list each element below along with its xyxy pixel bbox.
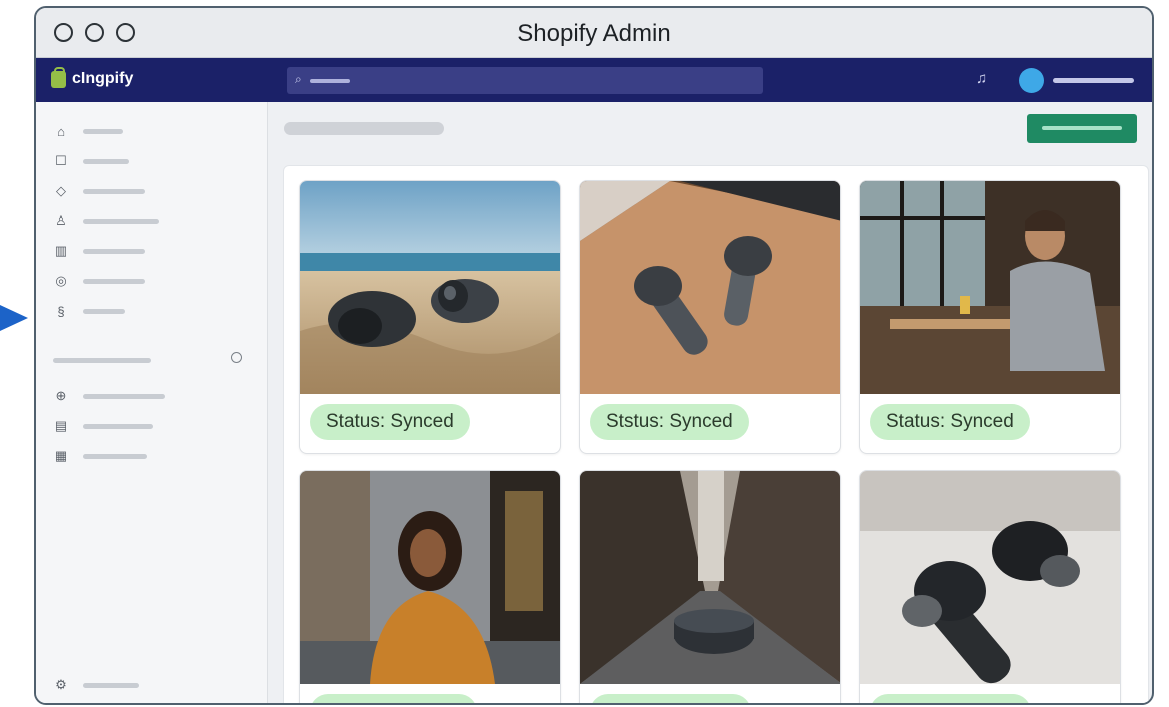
- sidebar: ⌂ ☐ ◇ ♙ ▥ ◎ § ⊕ ▤ ▦ ⚙: [36, 102, 268, 703]
- status-badge: Abt:oun:Sunced: [310, 694, 478, 703]
- sidebar-item-discounts[interactable]: §: [53, 300, 125, 322]
- status-badge: Ststus: Synced: [590, 404, 749, 440]
- product-card[interactable]: Statuu: Synced: [859, 470, 1121, 703]
- shopping-bag-icon: [51, 66, 66, 88]
- sidebar-item-label: [83, 453, 147, 459]
- search-icon: ⌕: [295, 72, 302, 86]
- home-icon: ⌂: [57, 123, 65, 139]
- product-image[interactable]: [860, 181, 1120, 394]
- page-header: [268, 102, 1152, 160]
- primary-action-button[interactable]: [1027, 114, 1137, 143]
- sidebar-item-settings[interactable]: ⚙: [53, 674, 139, 696]
- user-name-placeholder[interactable]: [1053, 78, 1134, 83]
- product-image[interactable]: [580, 471, 840, 684]
- sidebar-item-label: [83, 218, 159, 224]
- marketing-icon: ◎: [55, 273, 67, 288]
- status-badge: Status: Synced: [870, 404, 1030, 440]
- sidebar-item-apps[interactable]: ▦: [53, 445, 147, 467]
- online-store-icon: ⊕: [55, 388, 67, 403]
- product-image[interactable]: [580, 181, 840, 394]
- product-image[interactable]: [860, 471, 1120, 684]
- notifications-bell-icon[interactable]: ♫: [976, 70, 987, 87]
- discounts-icon: §: [57, 303, 65, 319]
- product-card[interactable]: Status: Synced: [299, 180, 561, 454]
- sidebar-item-label: [83, 393, 165, 399]
- sidebar-item-label: [83, 423, 153, 429]
- customers-icon: ♙: [55, 213, 67, 228]
- sidebar-item-label: [83, 308, 125, 314]
- product-card[interactable]: Status: Sunced: [579, 470, 841, 703]
- orders-icon: ☐: [55, 153, 67, 168]
- user-avatar[interactable]: [1019, 68, 1044, 93]
- search-input[interactable]: ⌕: [287, 67, 763, 94]
- sidebar-item-label: [83, 158, 129, 164]
- status-badge: Status: Synced: [310, 404, 470, 440]
- top-navigation: cIngpify ⌕ ♫: [36, 58, 1152, 102]
- apps-icon: ▦: [54, 448, 68, 463]
- search-placeholder: [310, 79, 350, 83]
- sidebar-item-products[interactable]: ◇: [53, 180, 145, 202]
- sales-channels-heading: [53, 358, 151, 363]
- product-card[interactable]: Status: Synced: [859, 180, 1121, 454]
- title-bar: Shopify Admin: [36, 8, 1152, 58]
- product-grid: Status: Synced Ststus: Synced Status: Sy…: [283, 165, 1149, 703]
- analytics-icon: ▥: [54, 243, 68, 258]
- product-image[interactable]: [300, 471, 560, 684]
- sidebar-item-analytics[interactable]: ▥: [53, 240, 145, 262]
- button-label-placeholder: [1042, 126, 1122, 130]
- sidebar-item-label: [83, 278, 145, 284]
- app-window: Shopify Admin cIngpify ⌕ ♫ ⌂ ☐ ◇ ♙ ▥ ◎ §…: [34, 6, 1154, 705]
- pointer-arrow-icon: [0, 305, 28, 331]
- sidebar-item-orders[interactable]: ☐: [53, 150, 129, 172]
- brand-logo[interactable]: cIngpify: [51, 66, 134, 88]
- sidebar-item-online-store[interactable]: ⊕: [53, 385, 165, 407]
- product-image[interactable]: [300, 181, 560, 394]
- add-channel-icon[interactable]: [231, 352, 242, 363]
- sidebar-item-label: [83, 188, 145, 194]
- sidebar-item-customers[interactable]: ♙: [53, 210, 159, 232]
- status-badge: Status: Sunced: [590, 694, 751, 703]
- sidebar-item-home[interactable]: ⌂: [53, 120, 123, 142]
- page-title-placeholder: [284, 122, 444, 135]
- point-of-sale-icon: ▤: [54, 418, 68, 433]
- sidebar-item-point-of-sale[interactable]: ▤: [53, 415, 153, 437]
- sidebar-item-label: [83, 128, 123, 134]
- brand-name: cIngpify: [72, 70, 134, 87]
- sidebar-item-marketing[interactable]: ◎: [53, 270, 145, 292]
- products-icon: ◇: [56, 183, 66, 198]
- settings-icon: ⚙: [55, 677, 67, 692]
- product-card[interactable]: Abt:oun:Sunced: [299, 470, 561, 703]
- sidebar-item-label: [83, 248, 145, 254]
- window-title: Shopify Admin: [517, 20, 671, 47]
- status-badge: Statuu: Synced: [870, 694, 1031, 703]
- sidebar-item-label: [83, 682, 139, 688]
- product-card[interactable]: Ststus: Synced: [579, 180, 841, 454]
